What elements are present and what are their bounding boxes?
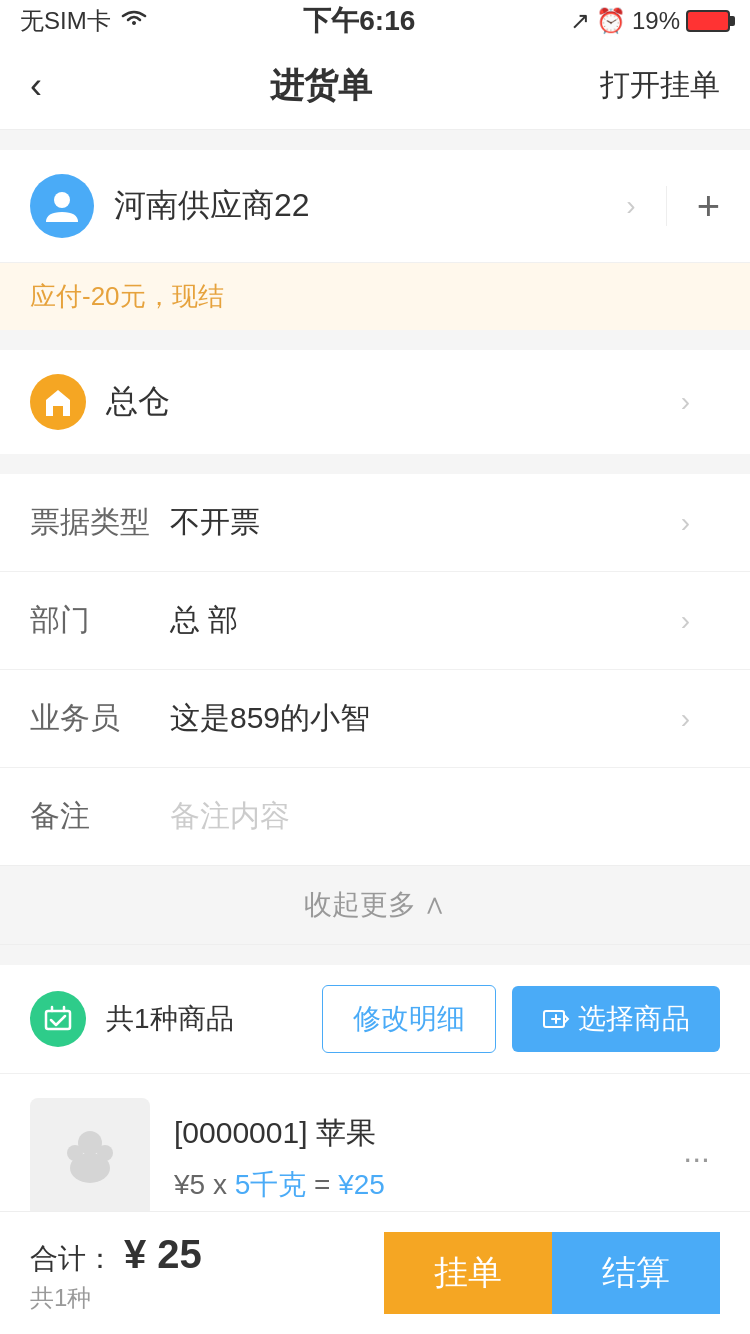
nav-bar: ‹ 进货单 打开挂单 — [0, 42, 750, 130]
warehouse-row[interactable]: 总仓 › — [0, 350, 750, 454]
product-total: ¥25 — [338, 1169, 385, 1200]
settle-button[interactable]: 结算 — [552, 1232, 720, 1314]
footer-actions: 挂单 结算 — [384, 1232, 720, 1314]
product-code: [0000001] — [174, 1116, 307, 1149]
total-amount: ¥ 25 — [124, 1232, 202, 1277]
dept-label: 部门 — [30, 600, 150, 641]
chevron-right-icon: › — [626, 190, 635, 222]
product-more-button[interactable]: ··· — [673, 1130, 720, 1187]
status-time: 下午6:16 — [303, 2, 415, 40]
footer: 合计： ¥ 25 共1种 挂单 结算 — [0, 1211, 750, 1334]
alarm-icon: ⏰ — [596, 7, 626, 35]
dept-value: 总 部 — [150, 600, 681, 641]
warehouse-section[interactable]: 总仓 › — [0, 350, 750, 454]
gap-2 — [0, 330, 750, 350]
open-hang-button[interactable]: 打开挂单 — [600, 65, 720, 106]
product-equals: = — [314, 1169, 338, 1200]
product-header: 共1种商品 修改明细 选择商品 — [0, 965, 750, 1073]
hang-button[interactable]: 挂单 — [384, 1232, 552, 1314]
invoice-chevron-icon: › — [681, 507, 690, 539]
product-section: 共1种商品 修改明细 选择商品 — [0, 965, 750, 1242]
carrier-text: 无SIM卡 — [20, 5, 111, 37]
product-quantity: 5千克 — [235, 1169, 307, 1200]
battery-percent: 19% — [632, 7, 680, 35]
footer-total: 合计： ¥ 25 共1种 — [30, 1232, 384, 1314]
warehouse-chevron-icon: › — [681, 386, 690, 418]
svg-point-0 — [54, 192, 70, 208]
supplier-section: 河南供应商22 › + 应付-20元，现结 — [0, 150, 750, 330]
product-title: 苹果 — [316, 1116, 376, 1149]
add-supplier-button[interactable]: + — [697, 184, 720, 229]
sales-label: 业务员 — [30, 698, 150, 739]
status-left: 无SIM卡 — [20, 5, 149, 37]
select-product-label: 选择商品 — [578, 1000, 690, 1038]
supplier-divider — [666, 186, 667, 226]
svg-point-6 — [67, 1145, 83, 1161]
wifi-icon — [119, 7, 149, 35]
svg-point-7 — [97, 1145, 113, 1161]
invoice-label: 票据类型 — [30, 502, 150, 543]
total-label: 合计： — [30, 1240, 114, 1278]
svg-rect-1 — [53, 406, 63, 416]
svg-rect-2 — [46, 1011, 70, 1029]
product-info: [0000001] 苹果 ¥5 x 5千克 = ¥25 — [174, 1113, 673, 1204]
product-multiply: x — [213, 1169, 235, 1200]
remark-label: 备注 — [30, 796, 150, 837]
status-bar: 无SIM卡 下午6:16 ↗ ⏰ 19% — [0, 0, 750, 42]
product-thumbnail — [30, 1098, 150, 1218]
back-button[interactable]: ‹ — [30, 65, 42, 107]
edit-detail-button[interactable]: 修改明细 — [322, 985, 496, 1053]
remark-row[interactable]: 备注 备注内容 — [0, 767, 750, 865]
warehouse-name: 总仓 — [106, 380, 681, 424]
battery-icon — [686, 10, 730, 32]
invoice-value: 不开票 — [150, 502, 681, 543]
dept-row[interactable]: 部门 总 部 › — [0, 571, 750, 669]
form-section: 票据类型 不开票 › 部门 总 部 › 业务员 这是859的小智 › 备注 备注… — [0, 474, 750, 865]
supplier-avatar — [30, 174, 94, 238]
product-price: ¥5 — [174, 1169, 205, 1200]
invoice-row[interactable]: 票据类型 不开票 › — [0, 474, 750, 571]
gap-3 — [0, 454, 750, 474]
supplier-alert: 应付-20元，现结 — [0, 263, 750, 330]
sales-row[interactable]: 业务员 这是859的小智 › — [0, 669, 750, 767]
footer-count: 共1种 — [30, 1282, 384, 1314]
page-title: 进货单 — [270, 63, 372, 109]
footer-total-line: 合计： ¥ 25 — [30, 1232, 384, 1278]
dept-chevron-icon: › — [681, 605, 690, 637]
status-right: ↗ ⏰ 19% — [570, 7, 730, 35]
supplier-row[interactable]: 河南供应商22 › + — [0, 150, 750, 263]
collapse-button[interactable]: 收起更多 ∧ — [0, 865, 750, 945]
select-product-button[interactable]: 选择商品 — [512, 986, 720, 1052]
gap-1 — [0, 130, 750, 150]
product-name: [0000001] 苹果 — [174, 1113, 673, 1154]
warehouse-icon — [30, 374, 86, 430]
location-icon: ↗ — [570, 7, 590, 35]
gap-4 — [0, 945, 750, 965]
product-count-icon — [30, 991, 86, 1047]
product-price-line: ¥5 x 5千克 = ¥25 — [174, 1166, 673, 1204]
remark-value[interactable]: 备注内容 — [150, 796, 720, 837]
sales-value: 这是859的小智 — [150, 698, 681, 739]
product-count-text: 共1种商品 — [106, 1000, 322, 1038]
supplier-name: 河南供应商22 — [114, 184, 626, 228]
sales-chevron-icon: › — [681, 703, 690, 735]
